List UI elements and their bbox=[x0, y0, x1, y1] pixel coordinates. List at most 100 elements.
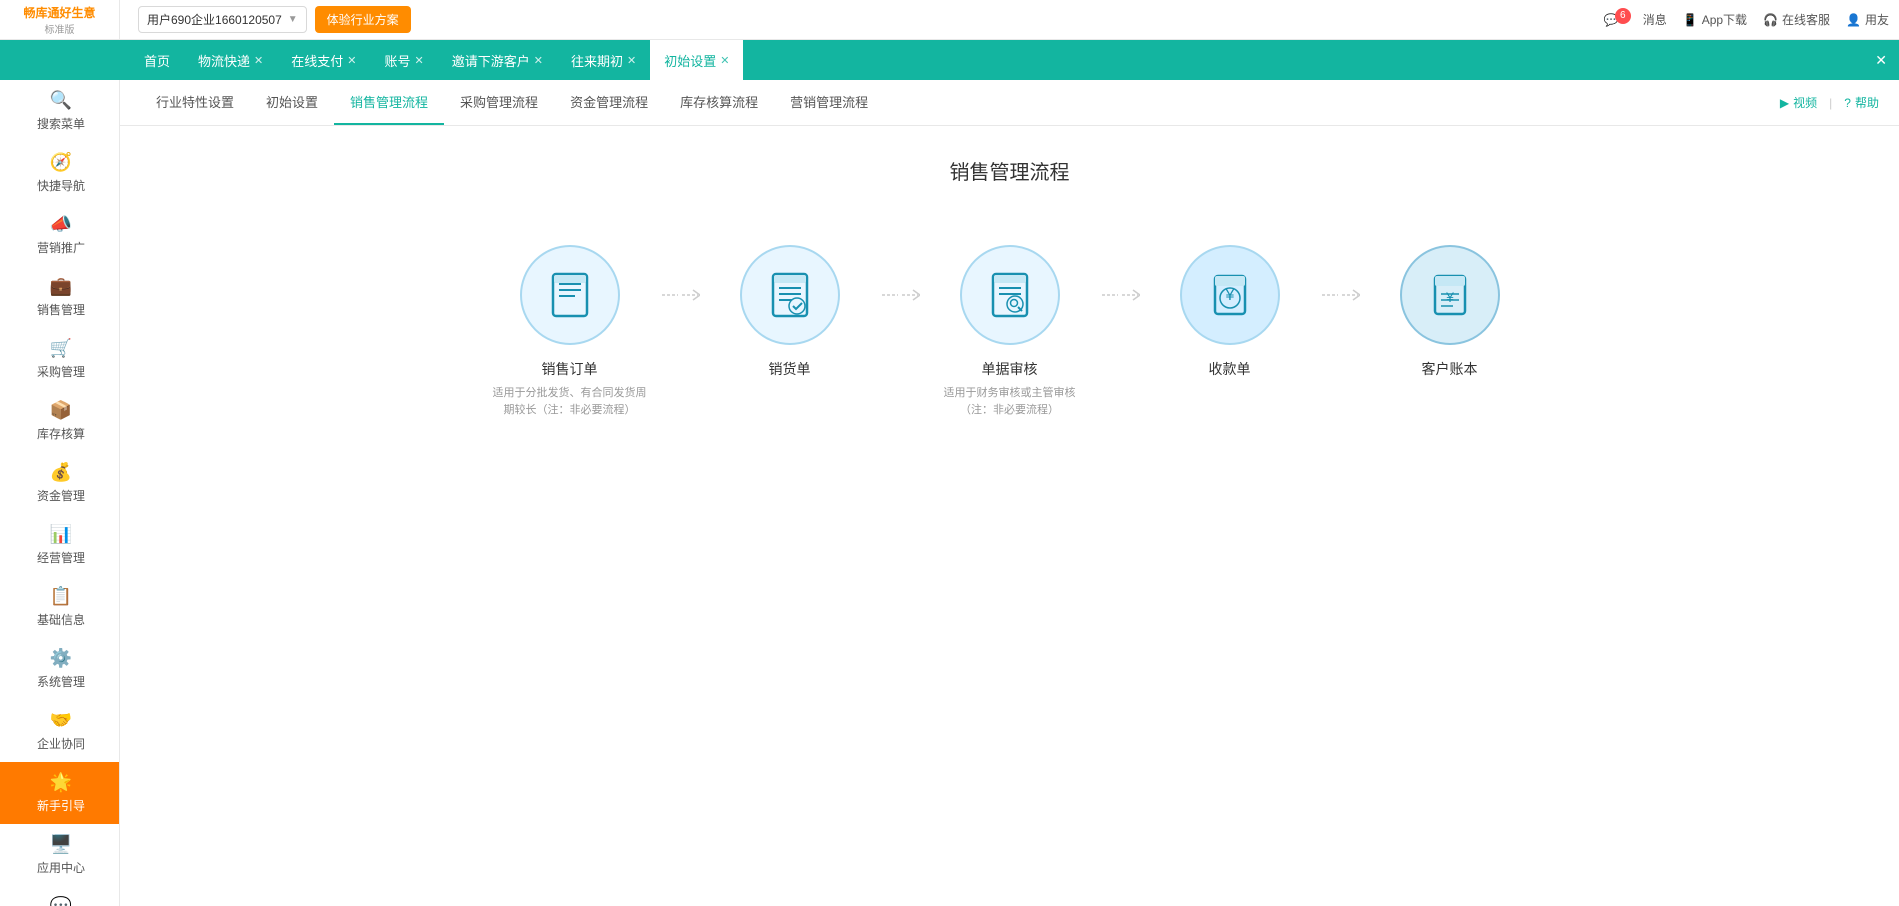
sub-tab-inventory-flow[interactable]: 库存核算流程 bbox=[664, 80, 774, 125]
invoice-icon bbox=[765, 270, 815, 320]
sidebar-item-enterprise[interactable]: 🤝 企业协同 bbox=[0, 700, 119, 762]
arrow-4 bbox=[1310, 245, 1370, 305]
sub-tab-purchase-flow[interactable]: 采购管理流程 bbox=[444, 80, 554, 125]
help-link[interactable]: ? 帮助 bbox=[1844, 94, 1879, 111]
step-circle-review bbox=[960, 245, 1060, 345]
review-icon bbox=[985, 270, 1035, 320]
sidebar-label-inventory: 库存核算 bbox=[37, 425, 85, 442]
flow-steps: 销售订单 适用于分批发货、有合同发货周期较长（注：非必要流程） bbox=[490, 245, 1530, 418]
step-circle-account: ¥ bbox=[1400, 245, 1500, 345]
nav-tab-period[interactable]: 往来期初 ✕ bbox=[557, 40, 650, 80]
online-service-item[interactable]: 🎧 在线客服 bbox=[1763, 11, 1830, 28]
sidebar-label-basic-info: 基础信息 bbox=[37, 611, 85, 628]
download-icon: 📱 bbox=[1683, 13, 1698, 27]
close-icon[interactable]: ✕ bbox=[627, 54, 636, 67]
purchase-icon: 🛒 bbox=[50, 338, 72, 359]
operations-icon: 📊 bbox=[50, 524, 72, 545]
sidebar-item-finance[interactable]: 💰 资金管理 bbox=[0, 452, 119, 514]
sidebar-label-marketing: 营销推广 bbox=[37, 239, 85, 256]
arrow-1 bbox=[650, 245, 710, 305]
gear-icon: ⚙️ bbox=[50, 648, 72, 669]
sub-tab-finance-flow[interactable]: 资金管理流程 bbox=[554, 80, 664, 125]
arrow-2 bbox=[870, 245, 930, 305]
sidebar-item-purchase[interactable]: 🛒 采购管理 bbox=[0, 328, 119, 390]
sidebar-label-search: 搜索菜单 bbox=[37, 115, 85, 132]
nav-tab-account[interactable]: 账号 ✕ bbox=[370, 40, 437, 80]
sidebar-label-finance: 资金管理 bbox=[37, 487, 85, 504]
sales-icon: 💼 bbox=[50, 276, 72, 297]
nav-tab-payment[interactable]: 在线支付 ✕ bbox=[277, 40, 370, 80]
nav-close-all-button[interactable]: ✕ bbox=[1863, 52, 1899, 69]
user-selector[interactable]: 用户690企业1660120507 ▼ bbox=[138, 6, 307, 33]
nav-tab-home[interactable]: 首页 bbox=[130, 40, 184, 80]
sidebar-label-sales: 销售管理 bbox=[37, 301, 85, 318]
close-icon[interactable]: ✕ bbox=[254, 54, 263, 67]
flow-step-review[interactable]: 单据审核 适用于财务审核或主管审核（注：非必要流程） bbox=[930, 245, 1090, 418]
flow-step-invoice[interactable]: 销货单 bbox=[710, 245, 870, 385]
step-label-order: 销售订单 bbox=[542, 359, 598, 379]
nav-tab-init[interactable]: 初始设置 ✕ bbox=[650, 40, 743, 80]
video-link[interactable]: ▶ 视频 bbox=[1780, 94, 1817, 111]
sidebar-item-inventory[interactable]: 📦 库存核算 bbox=[0, 390, 119, 452]
nav-tab-logistics[interactable]: 物流快递 ✕ bbox=[184, 40, 277, 80]
user-name: 用友 bbox=[1865, 11, 1889, 28]
step-label-account: 客户账本 bbox=[1422, 359, 1478, 379]
chevron-down-icon: ▼ bbox=[288, 14, 298, 25]
flow-content: 销售管理流程 销售订单 适用于分批发货、有合同发货周期较长（ bbox=[120, 126, 1899, 906]
logo: 畅库通好生意 标准版 bbox=[0, 0, 120, 40]
basic-info-icon: 📋 bbox=[50, 586, 72, 607]
sidebar-item-search[interactable]: 🔍 搜索菜单 bbox=[0, 80, 119, 142]
sidebar: 🔍 搜索菜单 🧭 快捷导航 📣 营销推广 💼 销售管理 🛒 采购管理 📦 库存核… bbox=[0, 80, 120, 906]
finance-icon: 💰 bbox=[50, 462, 72, 483]
flow-step-receipt[interactable]: ¥ 收款单 bbox=[1150, 245, 1310, 385]
wechat-icon: 💬 bbox=[50, 896, 72, 906]
sub-tab-sales-flow[interactable]: 销售管理流程 bbox=[334, 80, 444, 125]
sidebar-item-marketing[interactable]: 📣 营销推广 bbox=[0, 204, 119, 266]
message-badge: 6 bbox=[1615, 8, 1631, 24]
sidebar-item-sales[interactable]: 💼 销售管理 bbox=[0, 266, 119, 328]
guide-icon: 🌟 bbox=[50, 772, 72, 793]
step-circle-order bbox=[520, 245, 620, 345]
user-avatar-item[interactable]: 👤 用友 bbox=[1846, 11, 1889, 28]
apps-icon: 🖥️ bbox=[50, 834, 72, 855]
avatar-icon: 👤 bbox=[1846, 13, 1861, 27]
sidebar-item-quicknav[interactable]: 🧭 快捷导航 bbox=[0, 142, 119, 204]
close-icon[interactable]: ✕ bbox=[534, 54, 543, 67]
compass-icon: 🧭 bbox=[50, 152, 72, 173]
app-download-label: App下载 bbox=[1702, 11, 1747, 28]
online-service-label: 在线客服 bbox=[1782, 11, 1830, 28]
experience-button[interactable]: 体验行业方案 bbox=[315, 6, 411, 33]
message-icon-item[interactable]: 💬 6 消息 bbox=[1604, 11, 1667, 28]
close-icon[interactable]: ✕ bbox=[415, 54, 424, 67]
sidebar-item-basic-info[interactable]: 📋 基础信息 bbox=[0, 576, 119, 638]
sub-tab-marketing-flow[interactable]: 营销管理流程 bbox=[774, 80, 884, 125]
sidebar-item-apps[interactable]: 🖥️ 应用中心 bbox=[0, 824, 119, 886]
nav-tab-invite[interactable]: 邀请下游客户 ✕ bbox=[438, 40, 557, 80]
sidebar-item-operations[interactable]: 📊 经营管理 bbox=[0, 514, 119, 576]
close-icon[interactable]: ✕ bbox=[720, 54, 729, 67]
step-label-review: 单据审核 bbox=[982, 359, 1038, 379]
content-area: 行业特性设置 初始设置 销售管理流程 采购管理流程 资金管理流程 库存核算流程 bbox=[120, 80, 1899, 906]
nav-tabs: 首页 物流快递 ✕ 在线支付 ✕ 账号 ✕ 邀请下游客户 ✕ 往来期初 ✕ 初始… bbox=[0, 40, 1899, 80]
order-icon bbox=[545, 270, 595, 320]
user-label: 用户690企业1660120507 bbox=[147, 11, 282, 28]
app-name: 畅库通好生意 bbox=[23, 4, 95, 21]
flow-step-order[interactable]: 销售订单 适用于分批发货、有合同发货周期较长（注：非必要流程） bbox=[490, 245, 650, 418]
step-desc-review: 适用于财务审核或主管审核（注：非必要流程） bbox=[930, 385, 1090, 418]
inventory-icon: 📦 bbox=[50, 400, 72, 421]
search-icon: 🔍 bbox=[50, 90, 72, 111]
app-download-item[interactable]: 📱 App下载 bbox=[1683, 11, 1747, 28]
flow-step-account[interactable]: ¥ 客户账本 bbox=[1370, 245, 1530, 385]
sub-tab-initial[interactable]: 初始设置 bbox=[250, 80, 334, 125]
sidebar-item-system[interactable]: ⚙️ 系统管理 bbox=[0, 638, 119, 700]
sidebar-item-guide[interactable]: 🌟 新手引导 bbox=[0, 762, 119, 824]
sidebar-item-wechat[interactable]: 💬 企业微信 bbox=[0, 886, 119, 906]
marketing-icon: 📣 bbox=[50, 214, 72, 235]
sidebar-label-apps: 应用中心 bbox=[37, 859, 85, 876]
enterprise-icon: 🤝 bbox=[50, 710, 72, 731]
sub-tabs: 行业特性设置 初始设置 销售管理流程 采购管理流程 资金管理流程 库存核算流程 bbox=[120, 80, 1899, 126]
close-icon[interactable]: ✕ bbox=[347, 54, 356, 67]
step-circle-receipt: ¥ bbox=[1180, 245, 1280, 345]
sub-tab-industry[interactable]: 行业特性设置 bbox=[140, 80, 250, 125]
account-icon: ¥ bbox=[1425, 270, 1475, 320]
